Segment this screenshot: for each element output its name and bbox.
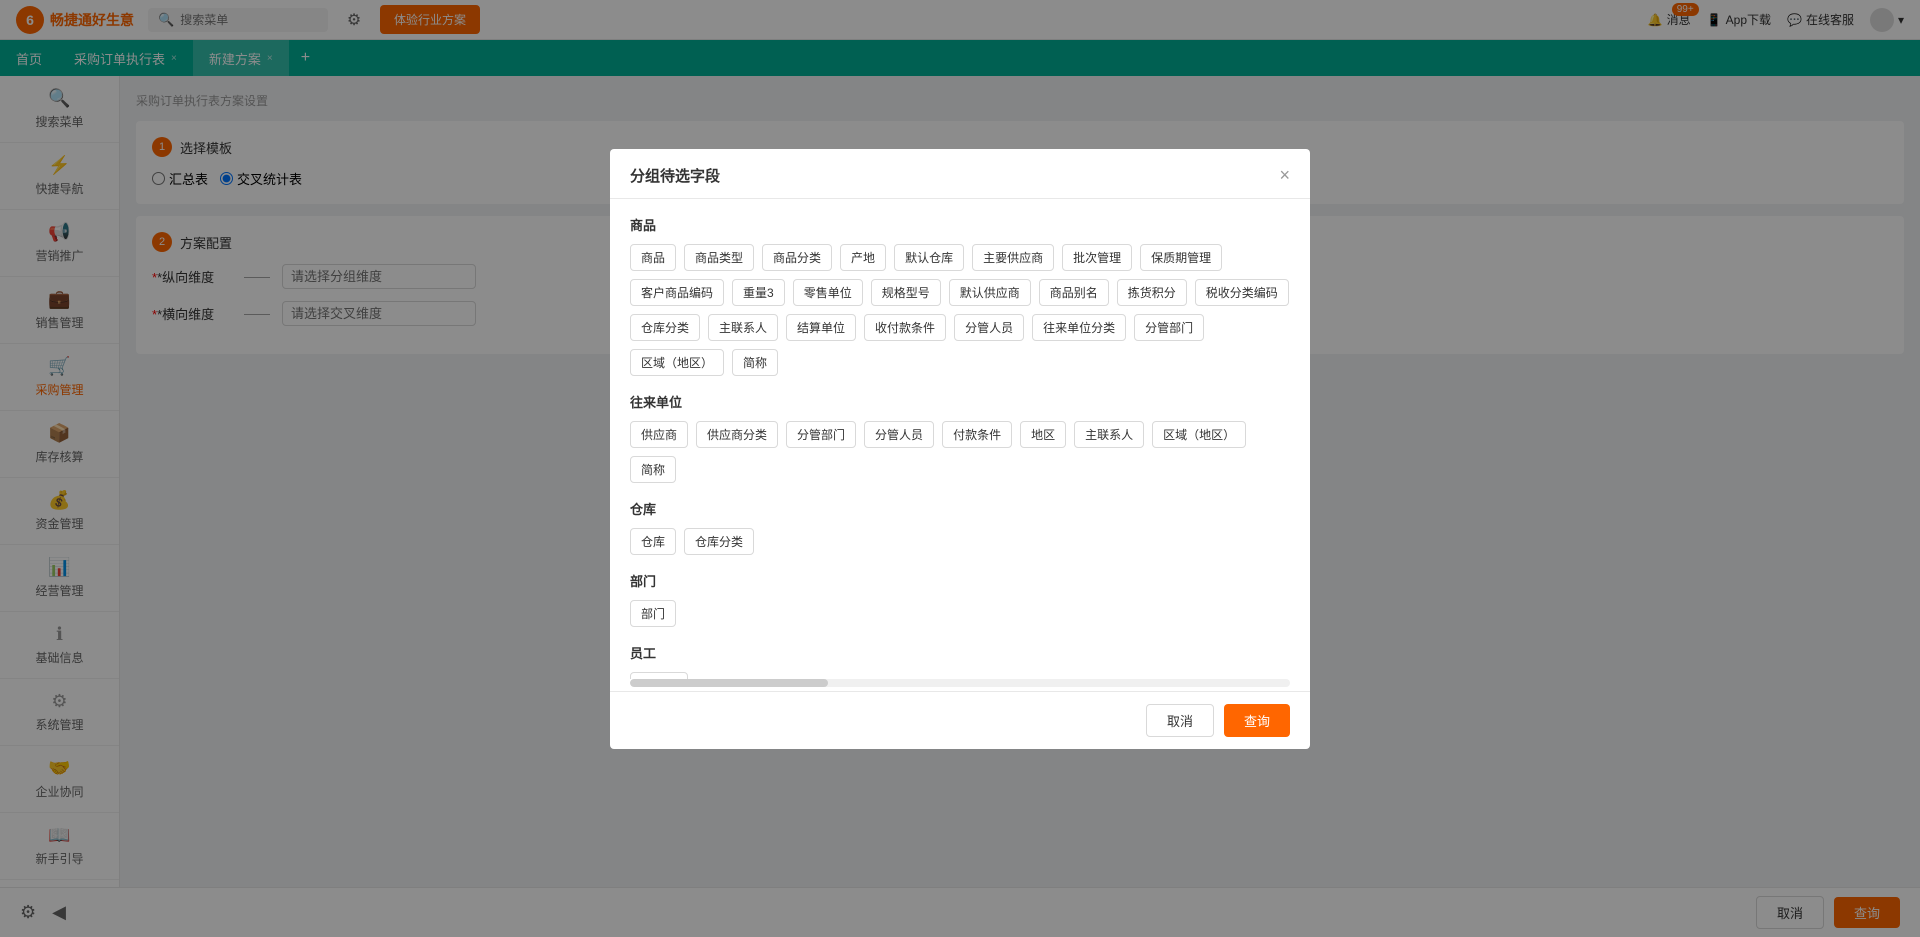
section-warehouse: 仓库 仓库仓库分类 xyxy=(630,499,1290,555)
field-tag[interactable]: 分管人员 xyxy=(954,314,1024,341)
warehouse-fields: 仓库仓库分类 xyxy=(630,528,1290,555)
cancel-button[interactable]: 取消 xyxy=(1146,704,1214,737)
confirm-button[interactable]: 查询 xyxy=(1224,704,1290,737)
field-tag[interactable]: 默认仓库 xyxy=(894,244,964,271)
field-tag[interactable]: 收付款条件 xyxy=(864,314,946,341)
field-tag[interactable]: 分管人员 xyxy=(864,421,934,448)
field-tag[interactable]: 保质期管理 xyxy=(1140,244,1222,271)
field-tag[interactable]: 地区 xyxy=(1020,421,1066,448)
section-warehouse-title: 仓库 xyxy=(630,499,1290,518)
field-tag[interactable]: 供应商 xyxy=(630,421,688,448)
field-tag[interactable]: 商品类型 xyxy=(684,244,754,271)
field-tag[interactable]: 区域（地区） xyxy=(1152,421,1246,448)
field-tag[interactable]: 批次管理 xyxy=(1062,244,1132,271)
field-tag[interactable]: 仓库分类 xyxy=(630,314,700,341)
field-tag[interactable]: 区域（地区） xyxy=(630,349,724,376)
field-tag[interactable]: 规格型号 xyxy=(871,279,941,306)
field-tag[interactable]: 税收分类编码 xyxy=(1195,279,1289,306)
field-tag[interactable]: 商品分类 xyxy=(762,244,832,271)
field-tag[interactable]: 简称 xyxy=(630,456,676,483)
field-tag[interactable]: 供应商分类 xyxy=(696,421,778,448)
section-partner-title: 往来单位 xyxy=(630,392,1290,411)
product-fields: 商品商品类型商品分类产地默认仓库主要供应商批次管理保质期管理客户商品编码重量3 零… xyxy=(630,244,1290,376)
field-tag[interactable]: 仓库分类 xyxy=(684,528,754,555)
field-tag[interactable]: 部门 xyxy=(630,600,676,627)
section-product-title: 商品 xyxy=(630,215,1290,234)
field-tag[interactable]: 往来单位分类 xyxy=(1032,314,1126,341)
field-tag[interactable]: 简称 xyxy=(732,349,778,376)
field-tag[interactable]: 业务员 xyxy=(630,672,688,679)
field-tag[interactable]: 商品别名 xyxy=(1039,279,1109,306)
partner-fields: 供应商供应商分类分管部门分管人员付款条件地区主联系人区域（地区） 简称 xyxy=(630,421,1290,483)
section-department: 部门 部门 xyxy=(630,571,1290,627)
field-tag[interactable]: 仓库 xyxy=(630,528,676,555)
field-tag[interactable]: 分管部门 xyxy=(1134,314,1204,341)
dialog-header: 分组待选字段 × xyxy=(610,149,1310,199)
section-partner: 往来单位 供应商供应商分类分管部门分管人员付款条件地区主联系人区域（地区） 简称 xyxy=(630,392,1290,483)
field-tag[interactable]: 客户商品编码 xyxy=(630,279,724,306)
field-tag[interactable]: 零售单位 xyxy=(793,279,863,306)
section-employee-title: 员工 xyxy=(630,643,1290,662)
department-fields: 部门 xyxy=(630,600,1290,627)
field-tag[interactable]: 付款条件 xyxy=(942,421,1012,448)
dialog-title: 分组待选字段 xyxy=(630,165,720,186)
h-scrollbar-area[interactable] xyxy=(610,679,1310,691)
h-scrollbar xyxy=(630,679,1290,687)
field-tag[interactable]: 主联系人 xyxy=(708,314,778,341)
field-tag[interactable]: 主联系人 xyxy=(1074,421,1144,448)
field-tag[interactable]: 默认供应商 xyxy=(949,279,1031,306)
dialog-footer: 取消 查询 xyxy=(610,691,1310,749)
field-tag[interactable]: 拣货积分 xyxy=(1117,279,1187,306)
dialog-close-button[interactable]: × xyxy=(1279,165,1290,186)
employee-fields: 业务员 xyxy=(630,672,1290,679)
field-tag[interactable]: 分管部门 xyxy=(786,421,856,448)
field-tag[interactable]: 主要供应商 xyxy=(972,244,1054,271)
section-product: 商品 商品商品类型商品分类产地默认仓库主要供应商批次管理保质期管理客户商品编码重… xyxy=(630,215,1290,376)
field-tag[interactable]: 结算单位 xyxy=(786,314,856,341)
field-tag[interactable]: 重量3 xyxy=(732,279,785,306)
section-employee: 员工 业务员 xyxy=(630,643,1290,679)
dialog-overlay: 分组待选字段 × 商品 商品商品类型商品分类产地默认仓库主要供应商批次管理保质期… xyxy=(0,0,1920,937)
field-select-dialog: 分组待选字段 × 商品 商品商品类型商品分类产地默认仓库主要供应商批次管理保质期… xyxy=(610,149,1310,749)
section-department-title: 部门 xyxy=(630,571,1290,590)
field-tag[interactable]: 产地 xyxy=(840,244,886,271)
dialog-body: 商品 商品商品类型商品分类产地默认仓库主要供应商批次管理保质期管理客户商品编码重… xyxy=(610,199,1310,679)
field-tag[interactable]: 商品 xyxy=(630,244,676,271)
h-scrollbar-thumb xyxy=(630,679,828,687)
